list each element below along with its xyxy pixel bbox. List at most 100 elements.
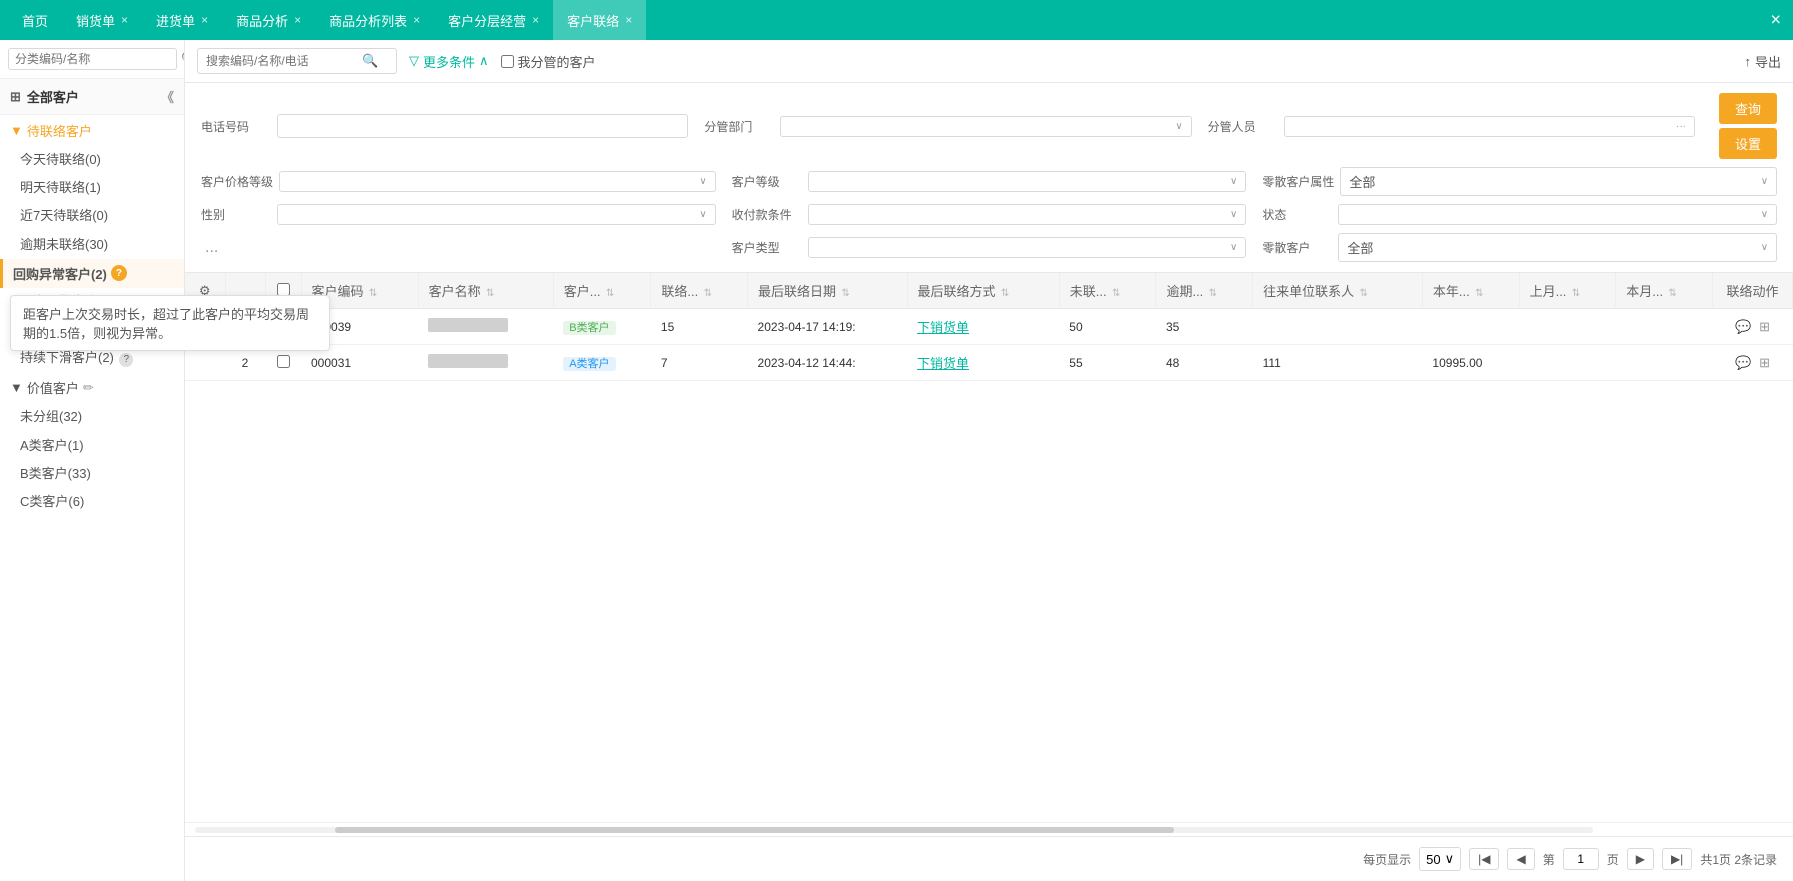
sidebar-today-pending[interactable]: 今天待联络(0) [0, 146, 184, 174]
row1-action-icons: 💬 ⊞ [1723, 319, 1783, 335]
td-row1-last-method[interactable]: 下销货单 [907, 309, 1059, 345]
per-page-select[interactable]: 50 ∨ [1419, 847, 1461, 871]
last-page-button[interactable]: ▶| [1662, 848, 1692, 870]
sidebar-ungrouped[interactable]: 未分组(32) [0, 403, 184, 431]
my-customers-checkbox[interactable]: 我分管的客户 [501, 52, 596, 71]
th-level[interactable]: 客户... ⇅ [553, 273, 651, 309]
nav-purchase[interactable]: 进货单 × [142, 0, 222, 40]
first-page-button[interactable]: |◀ [1469, 848, 1499, 870]
scrollbar-thumb[interactable] [335, 827, 1174, 833]
page-label: 第 [1543, 851, 1555, 868]
row1-detail-icon[interactable]: ⊞ [1759, 319, 1770, 335]
phone-input[interactable] [277, 114, 688, 138]
filter-status-field: 状态 ∨ [1262, 204, 1777, 225]
nav-product-list-close[interactable]: × [413, 13, 420, 27]
prev-page-button[interactable]: ◀ [1507, 848, 1534, 870]
row2-action-icons: 💬 ⊞ [1723, 355, 1783, 371]
retail-attr-select[interactable]: 全部 ∨ [1340, 167, 1777, 196]
filter-price-level-field: 客户价格等级 ∨ [201, 171, 716, 192]
nav-purchase-close[interactable]: × [201, 13, 208, 27]
status-select[interactable]: ∨ [1338, 204, 1777, 225]
customer-level-select[interactable]: ∨ [808, 171, 1247, 192]
nav-home[interactable]: 首页 [8, 0, 62, 40]
nav-product-list[interactable]: 商品分析列表 × [315, 0, 434, 40]
sidebar-7day-pending[interactable]: 近7天待联络(0) [0, 202, 184, 230]
sidebar-c-class[interactable]: C类客户(6) [0, 488, 184, 516]
nav-sales-close[interactable]: × [121, 13, 128, 27]
sidebar-all-customers[interactable]: ⊞ 全部客户 《 [0, 79, 184, 115]
filter-customer-level-field: 客户等级 ∨ [732, 171, 1247, 192]
row2-checkbox[interactable] [277, 355, 290, 368]
window-close-button[interactable]: × [1770, 10, 1781, 31]
td-row2-overdue: 48 [1156, 345, 1253, 381]
th-unit-contact[interactable]: 往来单位联系人 ⇅ [1253, 273, 1423, 309]
td-row1-overdue: 35 [1156, 309, 1253, 345]
sidebar-search-input[interactable] [8, 48, 177, 70]
nav-product-analysis[interactable]: 商品分析 × [222, 0, 315, 40]
overdue-sort-icon: ⇅ [1209, 288, 1217, 299]
payment-select[interactable]: ∨ [808, 204, 1247, 225]
search-input[interactable] [206, 54, 356, 68]
next-page-button[interactable]: ▶ [1627, 848, 1654, 870]
query-button[interactable]: 查询 [1719, 93, 1777, 124]
filter-retail-customer-field: 零散客户 全部 ∨ [1262, 233, 1777, 262]
row1-last-method-link[interactable]: 下销货单 [917, 320, 969, 335]
search-box-icon[interactable]: 🔍 [362, 53, 378, 69]
gender-select[interactable]: ∨ [277, 204, 716, 225]
nav-customer-segment-close[interactable]: × [532, 13, 539, 27]
th-this-month[interactable]: 本月... ⇅ [1616, 273, 1713, 309]
more-conditions-button[interactable]: ▽ 更多条件 ∧ [409, 52, 489, 71]
horizontal-scrollbar[interactable] [185, 822, 1793, 836]
nav-sales[interactable]: 销货单 × [62, 0, 142, 40]
sidebar-overdue-contact[interactable]: 逾期未联络(30) [0, 231, 184, 259]
td-row1-action: 💬 ⊞ [1713, 309, 1793, 345]
manager-chevron: ··· [1676, 121, 1686, 132]
retail-customer-select[interactable]: 全部 ∨ [1338, 233, 1777, 262]
price-level-select[interactable]: ∨ [279, 171, 716, 192]
th-last-method[interactable]: 最后联络方式 ⇅ [907, 273, 1059, 309]
sidebar-a-class[interactable]: A类客户(1) [0, 432, 184, 460]
th-last-date[interactable]: 最后联络日期 ⇅ [748, 273, 907, 309]
td-row2-last-method[interactable]: 下销货单 [907, 345, 1059, 381]
row2-last-method-link[interactable]: 下销货单 [917, 356, 969, 371]
status-chevron: ∨ [1761, 209, 1768, 220]
sidebar-b-class[interactable]: B类客户(33) [0, 460, 184, 488]
row1-contact-icon[interactable]: 💬 [1735, 319, 1751, 335]
th-contact[interactable]: 联络... ⇅ [651, 273, 748, 309]
filter-icon: ▽ [409, 53, 419, 69]
search-box[interactable]: 🔍 [197, 48, 397, 74]
th-uncontacted[interactable]: 未联... ⇅ [1059, 273, 1156, 309]
th-name[interactable]: 客户名称 ⇅ [418, 273, 553, 309]
value-edit-icon[interactable]: ✏ [83, 380, 94, 396]
td-row1-contact: 15 [651, 309, 748, 345]
row2-contact-icon[interactable]: 💬 [1735, 355, 1751, 371]
dots-button[interactable]: ... [201, 239, 222, 257]
per-page-chevron: ∨ [1445, 851, 1455, 867]
sidebar-tomorrow-pending[interactable]: 明天待联络(1) [0, 174, 184, 202]
sidebar-pending-group[interactable]: ▼ 待联络客户 [0, 115, 184, 146]
nav-customer-contact-close[interactable]: × [625, 13, 632, 27]
per-page-label: 每页显示 [1363, 851, 1411, 868]
th-this-year[interactable]: 本年... ⇅ [1422, 273, 1519, 309]
dept-select[interactable]: ∨ [780, 116, 1191, 137]
export-button[interactable]: ↑ 导出 [1744, 52, 1781, 71]
table-row: 2 000031 A类客户 7 2023-04-12 14:44: 下销货单 5… [185, 345, 1793, 381]
sidebar-value-customers[interactable]: ▼ 价值客户 ✏ [0, 372, 184, 403]
settings-button[interactable]: 设置 [1719, 128, 1777, 159]
th-overdue[interactable]: 逾期... ⇅ [1156, 273, 1253, 309]
nav-product-analysis-close[interactable]: × [294, 13, 301, 27]
th-last-month[interactable]: 上月... ⇅ [1519, 273, 1616, 309]
row2-detail-icon[interactable]: ⊞ [1759, 355, 1770, 371]
manager-select[interactable]: ··· [1284, 116, 1695, 137]
page-number-input[interactable] [1563, 848, 1599, 870]
gender-label: 性别 [201, 206, 271, 223]
nav-customer-contact[interactable]: 客户联络 × [553, 0, 646, 40]
customer-level-chevron: ∨ [1230, 176, 1237, 187]
select-all-checkbox[interactable] [277, 283, 290, 296]
my-customers-check-input[interactable] [501, 55, 514, 68]
name-sort-icon: ⇅ [486, 288, 494, 299]
nav-customer-segment[interactable]: 客户分层经营 × [434, 0, 553, 40]
sidebar-repurchase-abnormal[interactable]: 回购异常客户(2) ? [0, 259, 184, 288]
unit-contact-sort-icon: ⇅ [1359, 288, 1367, 299]
customer-type-select[interactable]: ∨ [808, 237, 1247, 258]
